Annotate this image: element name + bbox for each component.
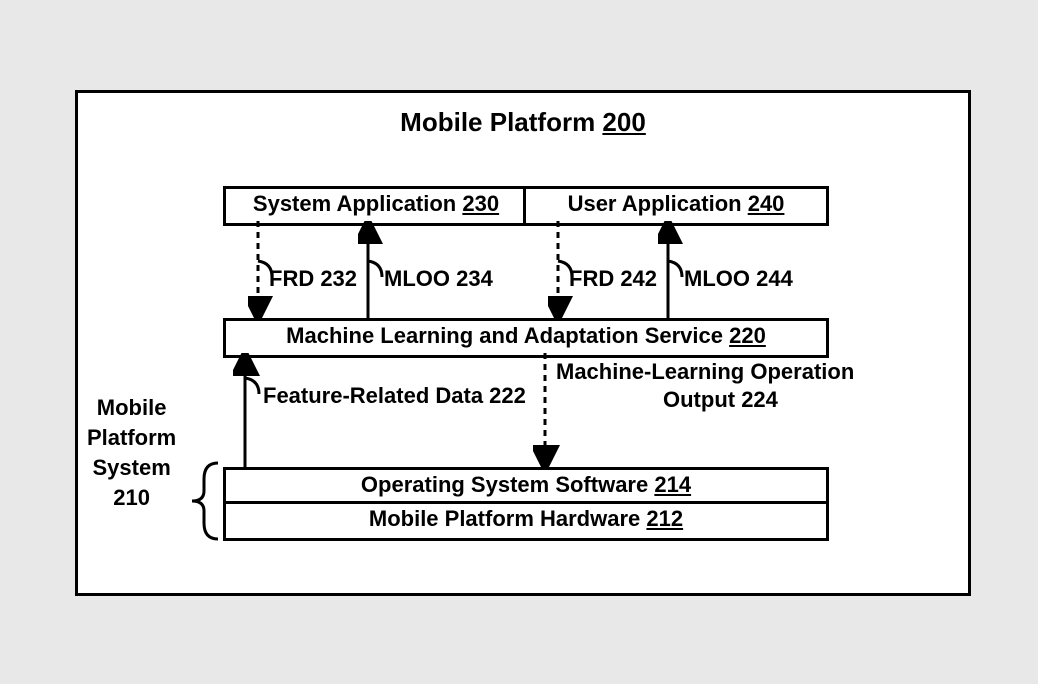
mobile-platform-system-210-label: Mobile Platform System 210 [87, 393, 176, 513]
diagram-title: Mobile Platform 200 [78, 107, 968, 138]
frd-232-arrow [248, 221, 288, 320]
mobile-platform-hardware-box: Mobile Platform Hardware 212 [223, 501, 829, 541]
mps-line2: Platform [87, 425, 176, 450]
mloo-244-arrow [658, 221, 698, 320]
mps-line4: 210 [113, 485, 150, 510]
title-ref: 200 [602, 107, 645, 137]
system-application-text: System Application [253, 191, 456, 216]
mps-brace-icon [188, 461, 222, 541]
user-application-text: User Application [568, 191, 742, 216]
hw-ref: 212 [646, 506, 683, 531]
mlo-output-224-arrow [533, 353, 573, 469]
mobile-platform-frame: Mobile Platform 200 System Application 2… [75, 90, 971, 596]
title-text: Mobile Platform [400, 107, 595, 137]
mloo-234-label: MLOO 234 [384, 266, 493, 292]
mlo-output-224-label-line2: Output 224 [663, 387, 778, 413]
system-application-ref: 230 [462, 191, 499, 216]
oss-ref: 214 [654, 472, 691, 497]
feature-related-data-222-label: Feature-Related Data 222 [263, 383, 526, 409]
mps-line3: System [92, 455, 170, 480]
user-application-ref: 240 [748, 191, 785, 216]
mlas-box: Machine Learning and Adaptation Service … [223, 318, 829, 358]
oss-text: Operating System Software [361, 472, 648, 497]
user-application-box: User Application 240 [523, 186, 829, 226]
hw-text: Mobile Platform Hardware [369, 506, 640, 531]
mloo-244-label: MLOO 244 [684, 266, 793, 292]
mps-line1: Mobile [97, 395, 167, 420]
feature-related-data-222-arrow [233, 353, 273, 469]
system-application-box: System Application 230 [223, 186, 529, 226]
mlas-text: Machine Learning and Adaptation Service [286, 323, 723, 348]
mlo-output-224-label-line1: Machine-Learning Operation [556, 359, 854, 385]
mlas-ref: 220 [729, 323, 766, 348]
mloo-234-arrow [358, 221, 398, 320]
frd-242-arrow [548, 221, 588, 320]
